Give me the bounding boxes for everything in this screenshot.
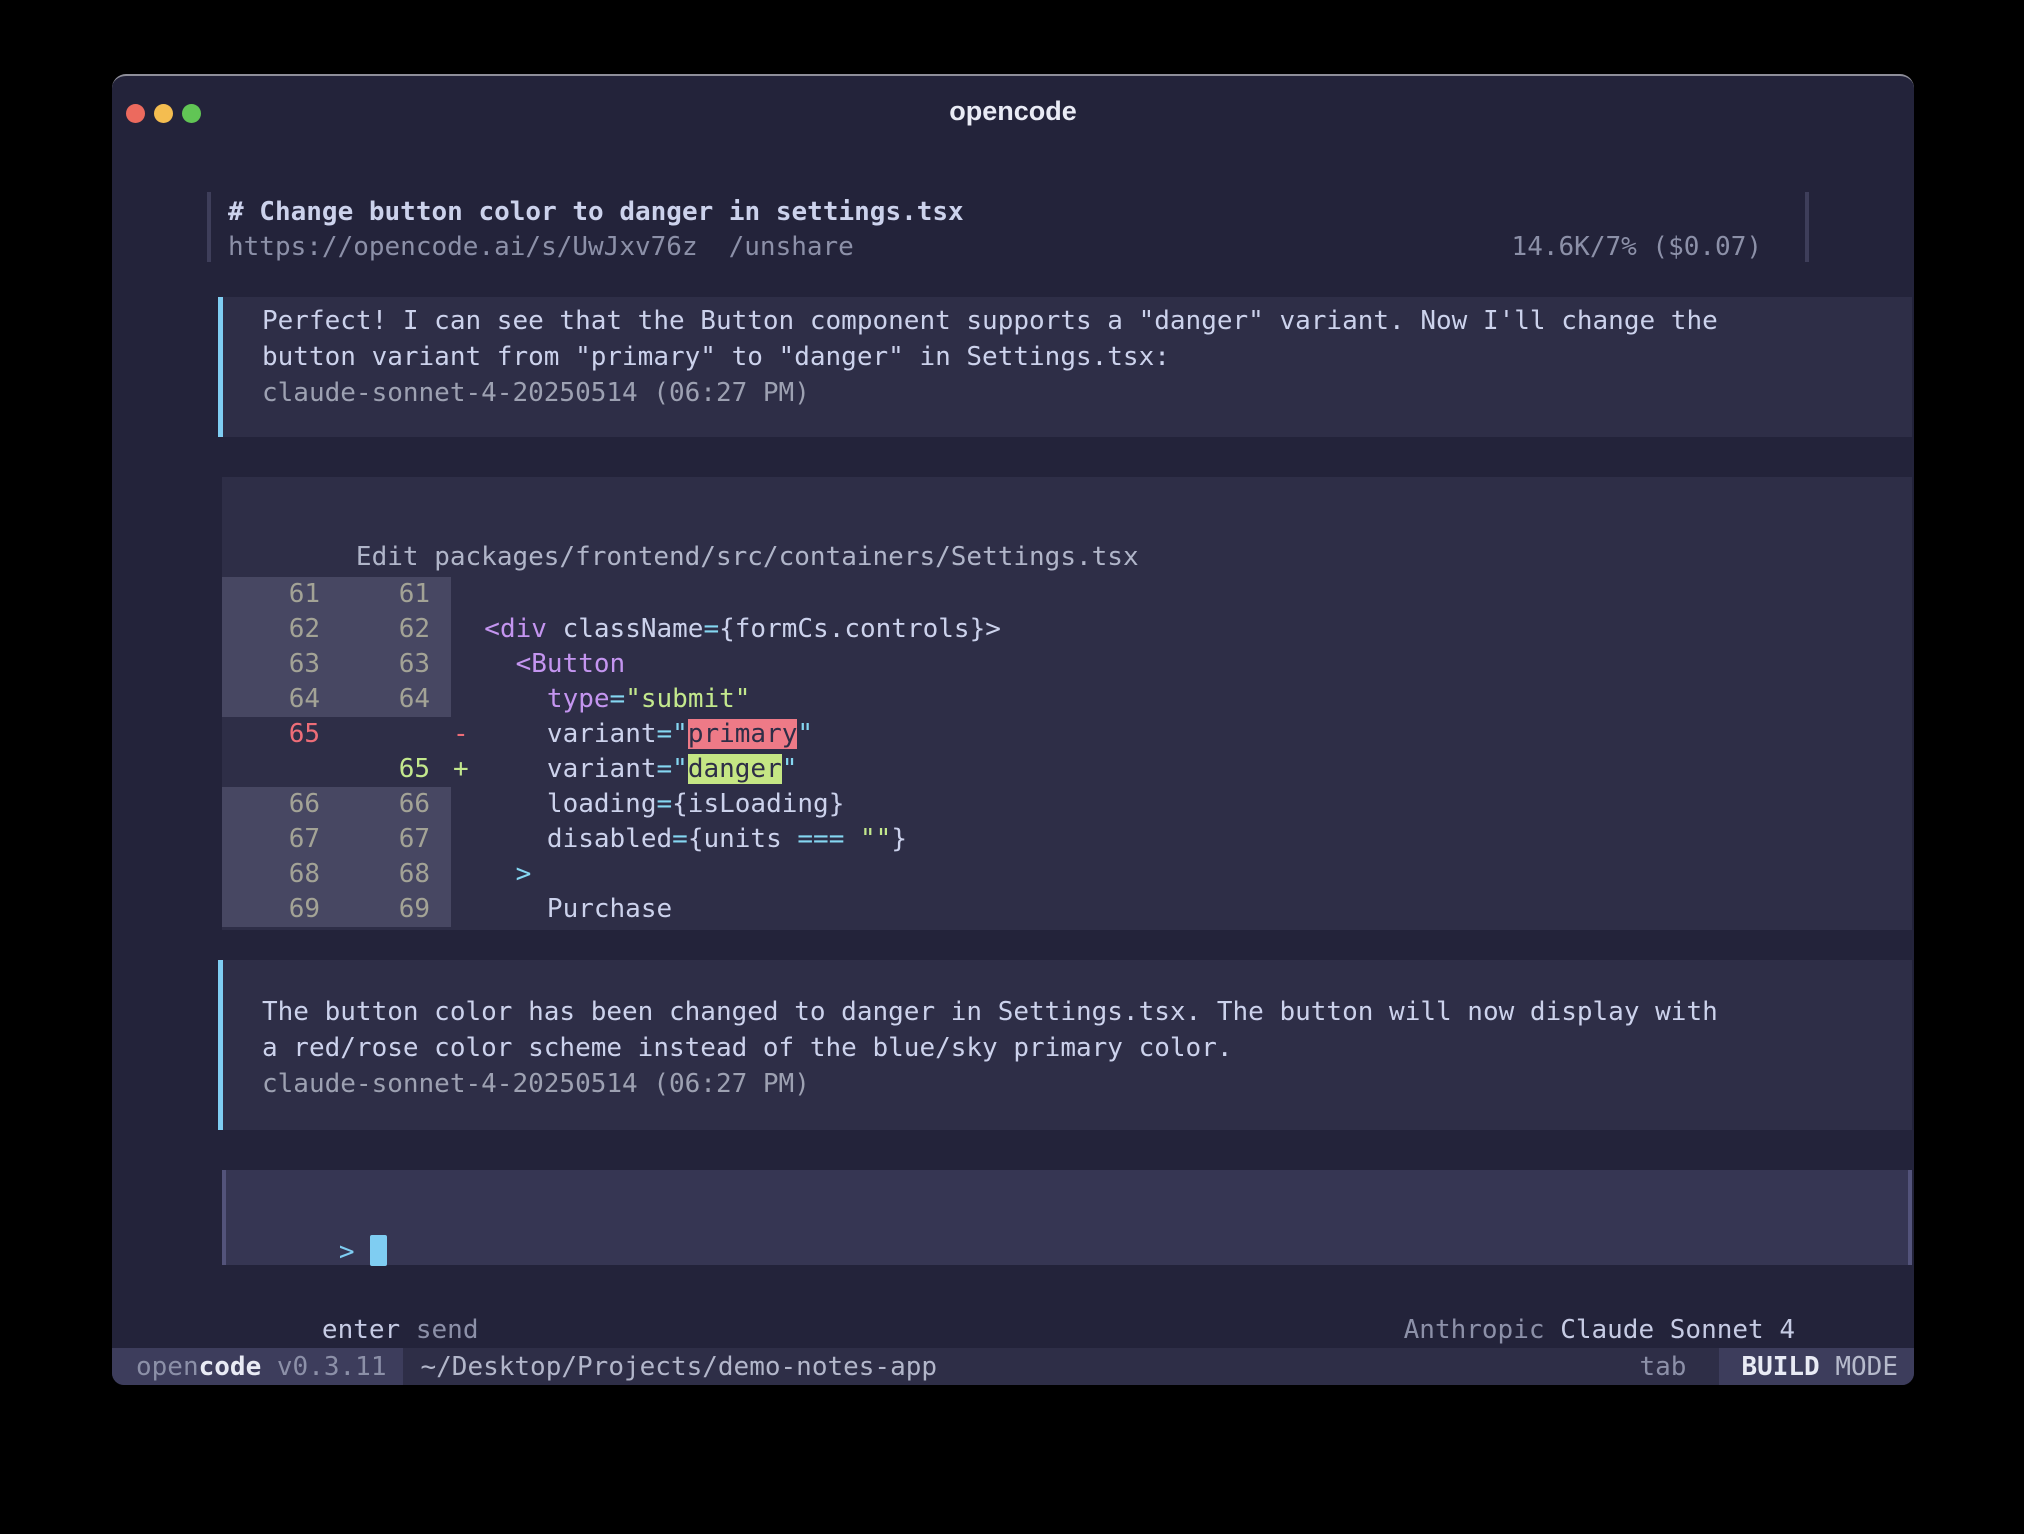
build-mode-chip: BUILD MODE xyxy=(1719,1348,1914,1385)
share-url: https://opencode.ai/s/UwJxv76z xyxy=(228,230,698,265)
message-line: button variant from "primary" to "danger… xyxy=(262,339,1912,375)
message-meta: claude-sonnet-4-20250514 (06:27 PM) xyxy=(262,375,1912,411)
provider-label: Anthropic xyxy=(1404,1315,1561,1345)
app-version: v0.3.11 xyxy=(261,1352,386,1382)
prompt-symbol: > xyxy=(339,1237,355,1267)
diff-row: 6363 <Button xyxy=(222,647,1912,682)
model-label: Claude Sonnet 4 xyxy=(1560,1315,1795,1345)
session-border-right xyxy=(1805,192,1809,262)
app-name-suffix: code xyxy=(199,1352,262,1382)
diff-row: 6464 type="submit" xyxy=(222,682,1912,717)
assistant-message: The button color has been changed to dan… xyxy=(218,960,1912,1130)
app-version-chip: opencode v0.3.11 xyxy=(112,1348,403,1385)
window-title: opencode xyxy=(112,96,1914,127)
message-line: Perfect! I can see that the Button compo… xyxy=(262,303,1912,339)
diff-row: 6767 disabled={units === ""} xyxy=(222,822,1912,857)
app-name-prefix: open xyxy=(136,1352,199,1382)
diff-row: 6262 <div className={formCs.controls}> xyxy=(222,612,1912,647)
tool-name: Edit xyxy=(356,542,419,572)
text-cursor xyxy=(370,1235,387,1266)
enter-key-hint: enter xyxy=(322,1315,400,1345)
diff-row: 65+ variant="danger" xyxy=(222,752,1912,787)
message-line: The button color has been changed to dan… xyxy=(262,994,1912,1030)
prompt-input[interactable]: > xyxy=(222,1170,1912,1265)
mode-suffix: MODE xyxy=(1820,1352,1898,1382)
diff-row: 6666 loading={isLoading} xyxy=(222,787,1912,822)
session-header: # Change button color to danger in setti… xyxy=(207,190,1809,266)
message-line: a red/rose color scheme instead of the b… xyxy=(262,1030,1912,1066)
unshare-command: /unshare xyxy=(729,230,854,265)
opencode-window: opencode # Change button color to danger… xyxy=(112,74,1914,1385)
diff-rows: 61616262 <div className={formCs.controls… xyxy=(222,577,1912,927)
message-meta: claude-sonnet-4-20250514 (06:27 PM) xyxy=(262,1066,1912,1102)
assistant-message: Perfect! I can see that the Button compo… xyxy=(218,297,1912,437)
status-bar: opencode v0.3.11 ~/Desktop/Projects/demo… xyxy=(112,1348,1914,1385)
diff-row: 6969 Purchase xyxy=(222,892,1912,927)
titlebar: opencode xyxy=(112,76,1914,146)
session-title: # Change button color to danger in setti… xyxy=(228,195,1762,230)
context-usage: 14.6K/7% ($0.07) xyxy=(1512,230,1762,265)
diff-row: 65- variant="primary" xyxy=(222,717,1912,752)
send-hint-label: send xyxy=(400,1315,478,1345)
working-directory: ~/Desktop/Projects/demo-notes-app xyxy=(420,1352,937,1382)
diff-row: 6868 > xyxy=(222,857,1912,892)
edit-tool-card: Edit packages/frontend/src/containers/Se… xyxy=(222,477,1912,930)
tab-key-hint: tab xyxy=(1639,1352,1686,1382)
session-border-left xyxy=(207,192,211,262)
diff-row: 6161 xyxy=(222,577,1912,612)
mode-name: BUILD xyxy=(1741,1352,1819,1382)
edited-file-path: packages/frontend/src/containers/Setting… xyxy=(434,542,1138,572)
